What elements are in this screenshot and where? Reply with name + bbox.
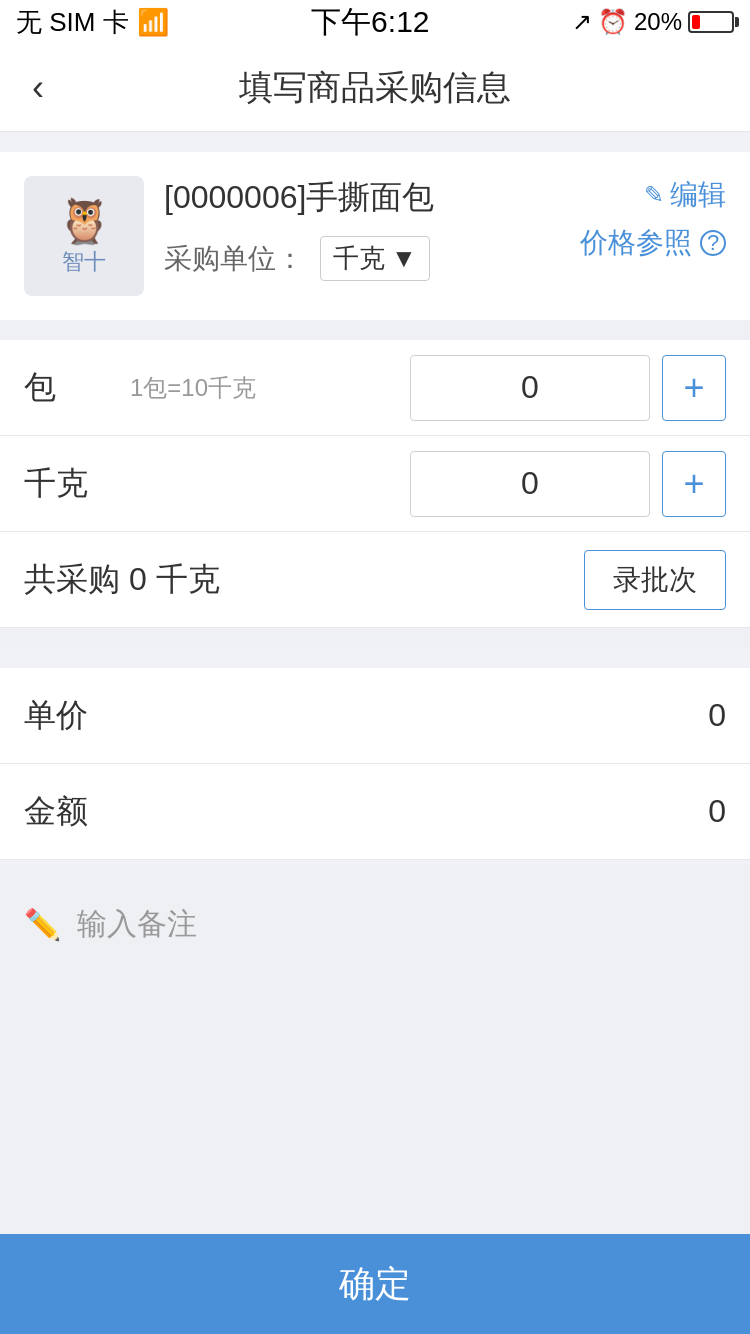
pack-value-field[interactable]: 0 <box>410 355 650 421</box>
price-ref-label: 价格参照 <box>580 224 692 262</box>
product-card: 🦉 智十 [0000006]手撕面包 采购单位： 千克 ▼ ✎ 编辑 价格参照 … <box>0 152 750 320</box>
price-ref-button[interactable]: ✎ 编辑 <box>644 176 726 214</box>
status-time: 下午6:12 <box>311 2 429 43</box>
edit-icon: ✎ <box>644 181 664 209</box>
page-title: 填写商品采购信息 <box>239 65 511 111</box>
unit-price-row: 单价 0 <box>0 668 750 764</box>
kg-input-row: 千克 0 + <box>0 436 750 532</box>
product-name: [0000006]手撕面包 <box>164 176 726 220</box>
remark-section[interactable]: ✏️ 输入备注 <box>0 864 750 984</box>
divider-1 <box>0 320 750 340</box>
status-right: ↗ ⏰ 20% <box>572 8 734 36</box>
status-left: 无 SIM 卡 📶 <box>16 5 169 40</box>
remark-input[interactable]: 输入备注 <box>77 904 197 945</box>
info-icon: ? <box>700 230 726 256</box>
unit-value: 千克 <box>333 241 385 276</box>
input-section: 包 1包=10千克 0 + 千克 0 + 共采购 0 千克 录批次 <box>0 340 750 628</box>
unit-selector[interactable]: 千克 ▼ <box>320 236 430 281</box>
amount-value: 0 <box>708 793 726 830</box>
pack-plus-button[interactable]: + <box>662 355 726 421</box>
kg-label: 千克 <box>24 462 124 506</box>
pack-sublabel: 1包=10千克 <box>130 372 256 404</box>
unit-label: 采购单位： <box>164 240 304 278</box>
divider-2 <box>0 628 750 648</box>
location-icon: ↗ <box>572 8 592 36</box>
summary-row: 共采购 0 千克 录批次 <box>0 532 750 628</box>
battery-percent: 20% <box>634 8 682 36</box>
alarm-icon: ⏰ <box>598 8 628 36</box>
price-section: 单价 0 金额 0 <box>0 668 750 860</box>
amount-row: 金额 0 <box>0 764 750 860</box>
battery-fill <box>692 15 700 29</box>
unit-price-label: 单价 <box>24 694 88 738</box>
batch-button[interactable]: 录批次 <box>584 550 726 610</box>
unit-dropdown-icon: ▼ <box>391 243 417 274</box>
kg-value-field[interactable]: 0 <box>410 451 650 517</box>
pack-label: 包 <box>24 366 124 410</box>
pack-input-row: 包 1包=10千克 0 + <box>0 340 750 436</box>
product-image-label: 智十 <box>57 247 112 277</box>
carrier-label: 无 SIM 卡 <box>16 5 129 40</box>
amount-label: 金额 <box>24 790 88 834</box>
battery-icon <box>688 11 734 33</box>
product-image: 🦉 智十 <box>24 176 144 296</box>
status-bar: 无 SIM 卡 📶 下午6:12 ↗ ⏰ 20% <box>0 0 750 44</box>
product-image-icon: 🦉 <box>57 196 112 245</box>
back-button[interactable]: ‹ <box>24 59 52 117</box>
nav-bar: ‹ 填写商品采购信息 <box>0 44 750 132</box>
kg-plus-button[interactable]: + <box>662 451 726 517</box>
summary-text: 共采购 0 千克 <box>24 558 220 602</box>
price-ref-label-area[interactable]: 价格参照 ? <box>580 224 726 262</box>
unit-price-value: 0 <box>708 697 726 734</box>
edit-label: 编辑 <box>670 176 726 214</box>
confirm-button[interactable]: 确定 <box>0 1234 750 1334</box>
confirm-button-label: 确定 <box>339 1260 411 1309</box>
remark-icon: ✏️ <box>24 907 61 942</box>
wifi-icon: 📶 <box>137 7 169 38</box>
